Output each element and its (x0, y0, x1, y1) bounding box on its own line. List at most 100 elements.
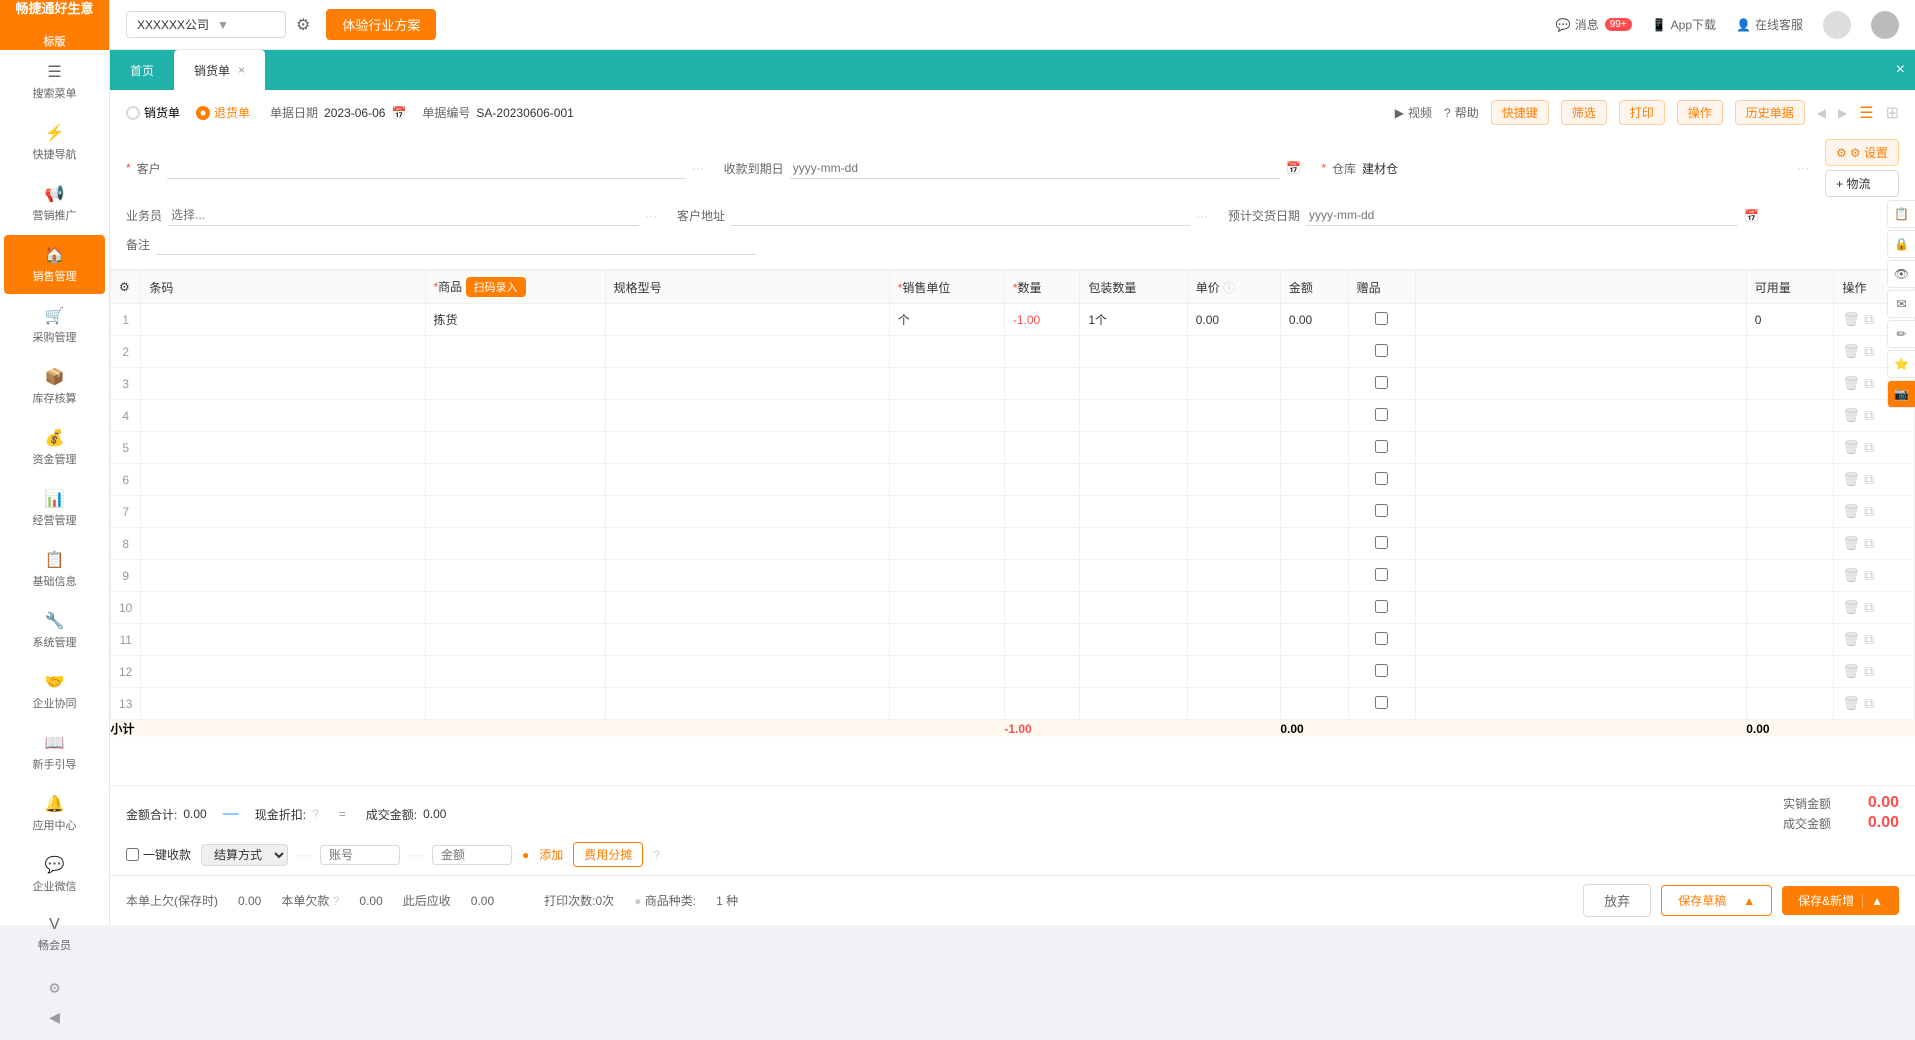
cell-pkg-qty[interactable] (1080, 528, 1187, 560)
cell-amount[interactable] (1280, 432, 1348, 464)
cell-barcode[interactable] (141, 560, 425, 592)
cell-spec[interactable] (605, 432, 889, 464)
delete-icon[interactable]: 🗑 (1842, 343, 1860, 360)
view-grid-icon[interactable]: ⊞ (1886, 103, 1899, 123)
delete-icon[interactable]: 🗑 (1842, 503, 1860, 520)
cell-qty[interactable] (1004, 464, 1079, 496)
sidebar-item-inventory[interactable]: 📦 库存核算 (4, 357, 105, 416)
cell-product[interactable] (425, 592, 605, 624)
cell-pkg-qty[interactable] (1080, 592, 1187, 624)
salesperson-input[interactable] (168, 205, 639, 226)
cell-amount[interactable] (1280, 496, 1348, 528)
sidebar-item-app-center[interactable]: 🔔 应用中心 (4, 784, 105, 843)
add-label[interactable]: 添加 (539, 846, 563, 863)
cell-pkg-qty[interactable] (1080, 432, 1187, 464)
delete-icon[interactable]: 🗑 (1842, 375, 1860, 392)
delivery-calendar-icon[interactable]: 📅 (1744, 209, 1759, 223)
tabbar-close-icon[interactable]: × (1896, 61, 1905, 79)
cell-barcode[interactable] (141, 432, 425, 464)
account-dots[interactable]: ··· (410, 848, 422, 862)
settlement-dots[interactable]: ··· (298, 848, 310, 862)
cell-pkg-qty[interactable] (1080, 656, 1187, 688)
copy-icon[interactable]: ⧉ (1864, 663, 1874, 680)
cell-unit[interactable] (889, 560, 1004, 592)
tab-home[interactable]: 首页 (110, 50, 174, 90)
addr-dots[interactable]: ··· (1196, 209, 1208, 223)
avatar-2[interactable] (1871, 11, 1899, 39)
radio-sales-order[interactable]: 销货单 (126, 104, 180, 121)
settlement-method-select[interactable]: 结算方式 (201, 844, 288, 866)
sidebar-item-sales-mgmt[interactable]: 🏠 销售管理 (4, 235, 105, 294)
delete-icon[interactable]: 🗑 (1842, 535, 1860, 552)
cell-spec[interactable] (605, 688, 889, 720)
cell-spec[interactable] (605, 496, 889, 528)
cell-product[interactable] (425, 464, 605, 496)
cell-unit-price[interactable] (1187, 400, 1280, 432)
copy-icon[interactable]: ⧉ (1864, 471, 1874, 488)
cell-amount[interactable] (1280, 336, 1348, 368)
cell-spec[interactable] (605, 464, 889, 496)
float-btn-7[interactable]: 📷 (1887, 380, 1915, 408)
float-btn-6[interactable]: ⭐ (1887, 350, 1915, 378)
cell-spec[interactable] (605, 304, 889, 336)
cell-pkg-qty[interactable] (1080, 400, 1187, 432)
cell-pkg-qty[interactable] (1080, 560, 1187, 592)
action-video[interactable]: ▶ 视频 (1395, 104, 1432, 121)
cell-gift[interactable] (1348, 368, 1416, 400)
cell-amount[interactable] (1280, 464, 1348, 496)
cell-barcode[interactable] (141, 688, 425, 720)
company-select[interactable]: XXXXXX公司 ▼ (126, 11, 286, 38)
cell-amount[interactable] (1280, 656, 1348, 688)
save-draft-arrow[interactable]: ▲ (1734, 894, 1755, 908)
cell-barcode[interactable] (141, 336, 425, 368)
save-draft-btn[interactable]: 保存草稿 ▲ (1661, 885, 1772, 916)
sidebar-collapse-btn[interactable]: ◀ (0, 1003, 109, 1032)
sidebar-item-basic-info[interactable]: 📋 基础信息 (4, 540, 105, 599)
cell-unit-price[interactable] (1187, 688, 1280, 720)
trial-btn[interactable]: 体验行业方案 (326, 9, 436, 40)
cell-product[interactable]: 拣货 (425, 304, 605, 336)
action-history-btn[interactable]: 历史单据 (1735, 100, 1805, 125)
cell-gift[interactable] (1348, 432, 1416, 464)
delivery-date-input[interactable] (1306, 205, 1738, 226)
delete-icon[interactable]: 🗑 (1842, 631, 1860, 648)
minus-icon[interactable]: — (223, 805, 239, 823)
cell-qty[interactable] (1004, 592, 1079, 624)
cell-spec[interactable] (605, 368, 889, 400)
save-new-btn[interactable]: 保存&新增 ▲ (1782, 886, 1899, 915)
action-filter-btn[interactable]: 筛选 (1561, 100, 1607, 125)
cell-barcode[interactable] (141, 528, 425, 560)
cell-qty[interactable] (1004, 496, 1079, 528)
cell-product[interactable] (425, 496, 605, 528)
cell-spec[interactable] (605, 592, 889, 624)
cell-unit-price[interactable] (1187, 560, 1280, 592)
view-list-icon[interactable]: ☰ (1859, 103, 1873, 123)
cell-spec[interactable] (605, 336, 889, 368)
copy-icon[interactable]: ⧉ (1864, 631, 1874, 648)
cell-barcode[interactable] (141, 464, 425, 496)
cell-qty[interactable] (1004, 400, 1079, 432)
sidebar-item-operations[interactable]: 📊 经营管理 (4, 479, 105, 538)
cell-qty[interactable] (1004, 656, 1079, 688)
cell-unit[interactable] (889, 368, 1004, 400)
cell-barcode[interactable] (141, 400, 425, 432)
copy-icon[interactable]: ⧉ (1864, 535, 1874, 552)
cell-barcode[interactable] (141, 592, 425, 624)
action-help[interactable]: ? 帮助 (1444, 104, 1479, 121)
cell-qty[interactable] (1004, 432, 1079, 464)
radio-return-order[interactable]: 退货单 (196, 104, 250, 121)
sidebar-item-search-orders[interactable]: ☰ 搜索菜单 (4, 52, 105, 111)
delete-icon[interactable]: 🗑 (1842, 663, 1860, 680)
settings-btn[interactable]: ⚙ ⚙ 设置 (1825, 139, 1899, 166)
cell-pkg-qty[interactable] (1080, 368, 1187, 400)
cell-barcode[interactable] (141, 368, 425, 400)
cell-spec[interactable] (605, 400, 889, 432)
customer-input[interactable] (167, 158, 686, 179)
delete-icon[interactable]: 🗑 (1842, 311, 1860, 328)
cell-unit[interactable] (889, 592, 1004, 624)
cell-qty[interactable] (1004, 688, 1079, 720)
cell-gift[interactable] (1348, 336, 1416, 368)
cell-gift[interactable] (1348, 304, 1416, 336)
delete-icon[interactable]: 🗑 (1842, 599, 1860, 616)
cell-unit[interactable] (889, 624, 1004, 656)
